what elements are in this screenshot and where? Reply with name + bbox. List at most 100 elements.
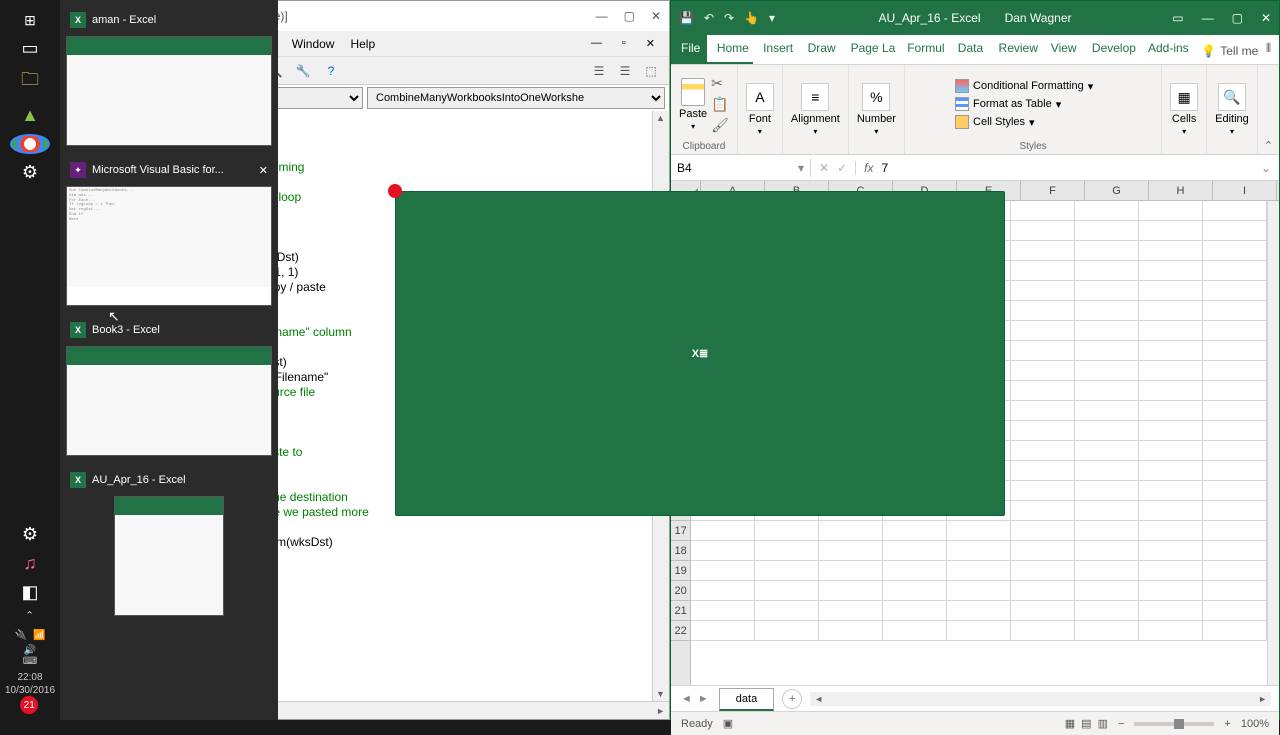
cell-C17[interactable]: [819, 521, 883, 541]
cell-H6[interactable]: [1139, 301, 1203, 321]
cell-H11[interactable]: [1139, 401, 1203, 421]
cell-F14[interactable]: [1011, 461, 1075, 481]
wifi-icon[interactable]: 📶: [33, 630, 45, 641]
cell-F13[interactable]: [1011, 441, 1075, 461]
cell-I22[interactable]: [1203, 621, 1267, 641]
cell-I2[interactable]: [1203, 221, 1267, 241]
enter-formula-icon[interactable]: ✓: [837, 161, 847, 175]
excel-taskbar-icon[interactable]: X≣: [395, 191, 1005, 516]
cell-F19[interactable]: [1011, 561, 1075, 581]
toolbox-button[interactable]: 🔧: [293, 61, 313, 81]
cell-I4[interactable]: [1203, 261, 1267, 281]
cell-B18[interactable]: [755, 541, 819, 561]
cell-H2[interactable]: [1139, 221, 1203, 241]
page-layout-view-icon[interactable]: ▤: [1081, 717, 1091, 730]
cell-F17[interactable]: [1011, 521, 1075, 541]
sheet-nav-prev[interactable]: ◄: [681, 693, 692, 705]
sheet-nav-next[interactable]: ►: [698, 693, 709, 705]
mdi-minimize[interactable]: —: [585, 35, 608, 52]
cell-C21[interactable]: [819, 601, 883, 621]
app-icon-2[interactable]: ⚙: [10, 162, 50, 183]
cell-B22[interactable]: [755, 621, 819, 641]
outdent-button[interactable]: ☰: [589, 61, 609, 81]
cell-B19[interactable]: [755, 561, 819, 581]
cell-F20[interactable]: [1011, 581, 1075, 601]
column-header-G[interactable]: G: [1085, 181, 1149, 200]
cell-A17[interactable]: [691, 521, 755, 541]
switcher-item-aman[interactable]: Xaman - Excel: [66, 8, 272, 146]
cell-G9[interactable]: [1075, 361, 1139, 381]
cell-G11[interactable]: [1075, 401, 1139, 421]
cell-F18[interactable]: [1011, 541, 1075, 561]
cell-H13[interactable]: [1139, 441, 1203, 461]
copy-icon[interactable]: 📋: [711, 96, 729, 113]
cell-G7[interactable]: [1075, 321, 1139, 341]
cell-G8[interactable]: [1075, 341, 1139, 361]
undo-icon[interactable]: ↶: [704, 11, 714, 25]
cell-I21[interactable]: [1203, 601, 1267, 621]
cell-F21[interactable]: [1011, 601, 1075, 621]
normal-view-icon[interactable]: ▦: [1065, 717, 1075, 730]
new-sheet-button[interactable]: +: [782, 689, 802, 709]
cell-G20[interactable]: [1075, 581, 1139, 601]
cell-G6[interactable]: [1075, 301, 1139, 321]
tab-data[interactable]: Data: [948, 35, 989, 64]
tab-addins[interactable]: Add-ins: [1138, 35, 1191, 64]
cell-G15[interactable]: [1075, 481, 1139, 501]
font-button[interactable]: AFont▾: [746, 83, 774, 136]
system-clock[interactable]: 22:08 10/30/2016: [5, 671, 55, 697]
alignment-button[interactable]: ≡Alignment▾: [791, 83, 840, 136]
cut-icon[interactable]: ✂: [711, 75, 729, 92]
cell-G3[interactable]: [1075, 241, 1139, 261]
zoom-in-button[interactable]: +: [1224, 718, 1230, 730]
cell-F7[interactable]: [1011, 321, 1075, 341]
cell-H15[interactable]: [1139, 481, 1203, 501]
switcher-item-auapr16[interactable]: XAU_Apr_16 - Excel: [66, 468, 272, 616]
cell-C22[interactable]: [819, 621, 883, 641]
maximize-button[interactable]: ▢: [624, 9, 635, 23]
cell-G18[interactable]: [1075, 541, 1139, 561]
cell-I1[interactable]: [1203, 201, 1267, 221]
cell-F11[interactable]: [1011, 401, 1075, 421]
indent-button[interactable]: ☰: [615, 61, 635, 81]
formula-bar[interactable]: 7: [881, 161, 888, 175]
zoom-level[interactable]: 100%: [1241, 718, 1269, 730]
conditional-formatting-button[interactable]: Conditional Formatting ▾: [953, 78, 1113, 94]
start-button[interactable]: ⊞: [10, 12, 50, 30]
app-icon-1[interactable]: ▲: [10, 105, 50, 126]
expand-formula-bar-icon[interactable]: ⌄: [1261, 161, 1271, 175]
close-thumbnail-button[interactable]: ✕: [259, 164, 268, 177]
cell-I7[interactable]: [1203, 321, 1267, 341]
cell-F12[interactable]: [1011, 421, 1075, 441]
cell-D22[interactable]: [883, 621, 947, 641]
cell-I5[interactable]: [1203, 281, 1267, 301]
expand-tray-icon[interactable]: ›: [25, 611, 36, 614]
cell-F9[interactable]: [1011, 361, 1075, 381]
cell-E17[interactable]: [947, 521, 1011, 541]
cell-E21[interactable]: [947, 601, 1011, 621]
touch-mode-icon[interactable]: 👆: [744, 11, 759, 25]
cell-G1[interactable]: [1075, 201, 1139, 221]
name-box[interactable]: B4▾: [671, 159, 811, 177]
cell-F8[interactable]: [1011, 341, 1075, 361]
cell-H4[interactable]: [1139, 261, 1203, 281]
cell-F15[interactable]: [1011, 481, 1075, 501]
cells-button[interactable]: ▦Cells▾: [1170, 83, 1198, 136]
cell-B17[interactable]: [755, 521, 819, 541]
cell-G4[interactable]: [1075, 261, 1139, 281]
cell-H7[interactable]: [1139, 321, 1203, 341]
cell-I16[interactable]: [1203, 501, 1267, 521]
task-view-button[interactable]: ▭: [10, 38, 50, 59]
tell-me-box[interactable]: 💡Tell me: [1191, 35, 1258, 64]
cell-D19[interactable]: [883, 561, 947, 581]
action-center-icon[interactable]: 💬 21: [24, 701, 36, 712]
cell-E22[interactable]: [947, 621, 1011, 641]
cell-H16[interactable]: [1139, 501, 1203, 521]
horizontal-scrollbar[interactable]: ◄►: [810, 692, 1271, 706]
itunes-icon[interactable]: ♫: [10, 553, 50, 574]
volume-icon[interactable]: 🔊: [24, 645, 36, 656]
tab-view[interactable]: View: [1041, 35, 1082, 64]
chrome-icon[interactable]: [10, 134, 50, 154]
excel-close-button[interactable]: ✕: [1261, 11, 1271, 25]
cell-C20[interactable]: [819, 581, 883, 601]
